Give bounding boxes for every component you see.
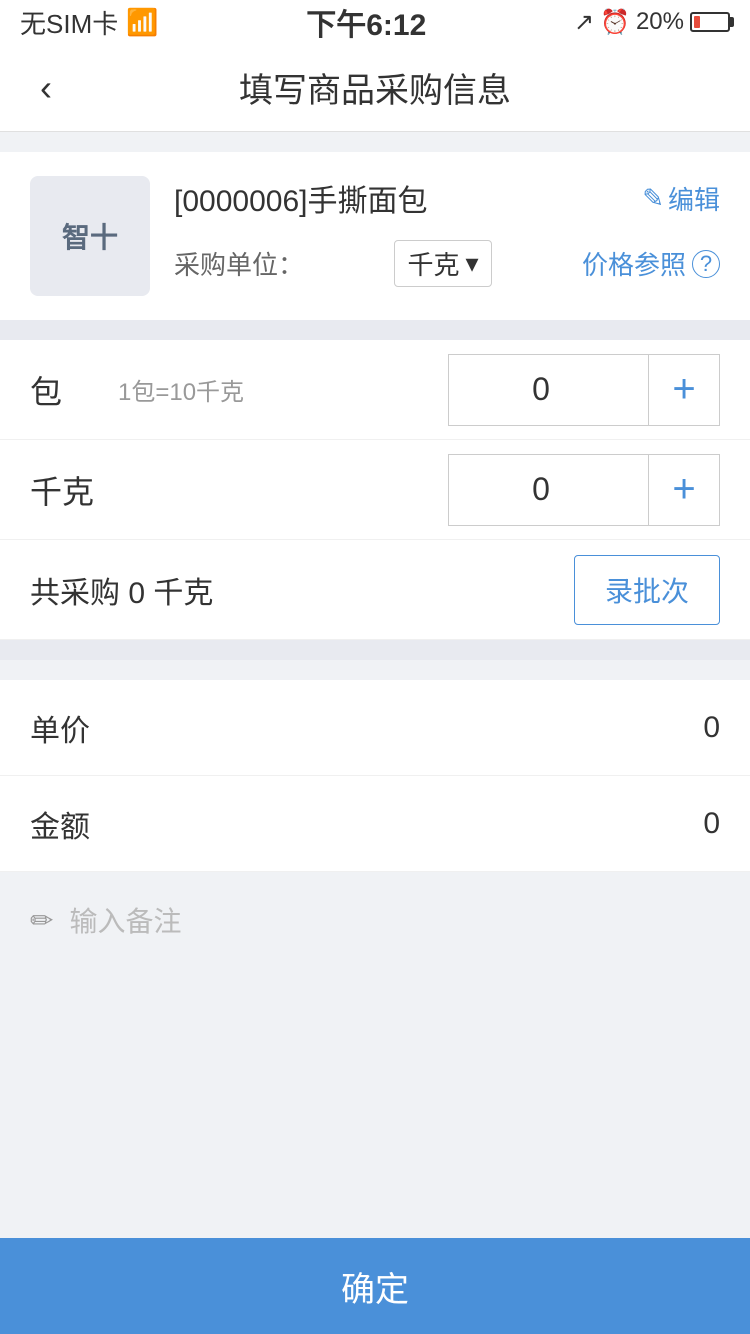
batch-button[interactable]: 录批次 [574,555,720,625]
amount-value: 0 [703,807,720,841]
location-icon: ↗ [574,8,594,37]
price-ref-button[interactable]: 价格参照 ? [582,245,720,282]
bag-input-row: 包 1包=10千克 + [0,340,750,440]
product-thumbnail: 智十 [30,176,150,296]
price-ref-label: 价格参照 [582,245,686,282]
kg-input-row: 千克 + [0,440,750,540]
section-separator-2 [0,640,750,660]
nav-bar: ‹ 填写商品采购信息 [0,44,750,132]
bag-sublabel: 1包=10千克 [118,372,448,407]
confirm-button-label: 确定 [341,1262,409,1311]
product-name-row: [0000006]手撕面包 ✎ 编辑 [174,176,720,220]
total-text: 共采购 0 千克 [30,568,213,612]
status-right: ↗ ⏰ 20% [574,8,730,37]
edit-label: 编辑 [668,180,720,217]
battery-fill [694,16,700,28]
product-logo-text: 智十 [62,216,118,256]
unit-price-value: 0 [703,711,720,745]
total-row: 共采购 0 千克 录批次 [0,540,750,640]
content-area [0,968,750,1248]
product-info: [0000006]手撕面包 ✎ 编辑 采购单位： 千克 ▾ 价格参照 ? [174,176,720,287]
battery-percent: 20% [636,8,684,36]
bag-label: 包 [30,367,110,413]
edit-button[interactable]: ✎ 编辑 [642,180,720,217]
page-title: 填写商品采购信息 [239,63,511,112]
carrier-text: 无SIM卡 [20,4,118,41]
edit-icon: ✎ [642,183,664,214]
kg-plus-button[interactable]: + [648,454,720,526]
unit-price-row: 单价 0 [0,680,750,776]
alarm-icon: ⏰ [600,8,630,37]
remark-placeholder: 输入备注 [69,900,181,940]
status-bar: 无SIM卡 📶 下午6:12 ↗ ⏰ 20% [0,0,750,44]
kg-input-wrap: + [448,454,720,526]
back-button[interactable]: ‹ [30,57,62,119]
confirm-button[interactable]: 确定 [0,1238,750,1334]
price-section: 单价 0 金额 0 [0,680,750,872]
unit-select[interactable]: 千克 ▾ [394,240,491,287]
product-card: 智十 [0000006]手撕面包 ✎ 编辑 采购单位： 千克 ▾ 价格参照 ? [0,152,750,320]
status-left: 无SIM卡 📶 [20,4,159,41]
status-time: 下午6:12 [306,0,426,44]
unit-price-label: 单价 [30,706,90,750]
bag-input[interactable] [448,354,648,426]
product-name: [0000006]手撕面包 [174,176,427,220]
wifi-icon: 📶 [126,7,158,38]
battery-icon [690,12,730,32]
amount-label: 金额 [30,802,90,846]
purchase-unit-row: 采购单位： 千克 ▾ 价格参照 ? [174,240,720,287]
bag-plus-button[interactable]: + [648,354,720,426]
remark-section[interactable]: ✏ 输入备注 [0,872,750,968]
section-separator-1 [0,320,750,340]
kg-label: 千克 [30,467,110,513]
purchase-unit-label: 采购单位： [174,245,304,282]
unit-dropdown-icon: ▾ [465,248,478,279]
remark-icon: ✏ [30,904,53,937]
bag-input-wrap: + [448,354,720,426]
unit-value: 千克 [407,245,459,282]
kg-input[interactable] [448,454,648,526]
price-ref-help-icon: ? [692,250,720,278]
amount-row: 金额 0 [0,776,750,872]
input-section: 包 1包=10千克 + 千克 + [0,340,750,540]
